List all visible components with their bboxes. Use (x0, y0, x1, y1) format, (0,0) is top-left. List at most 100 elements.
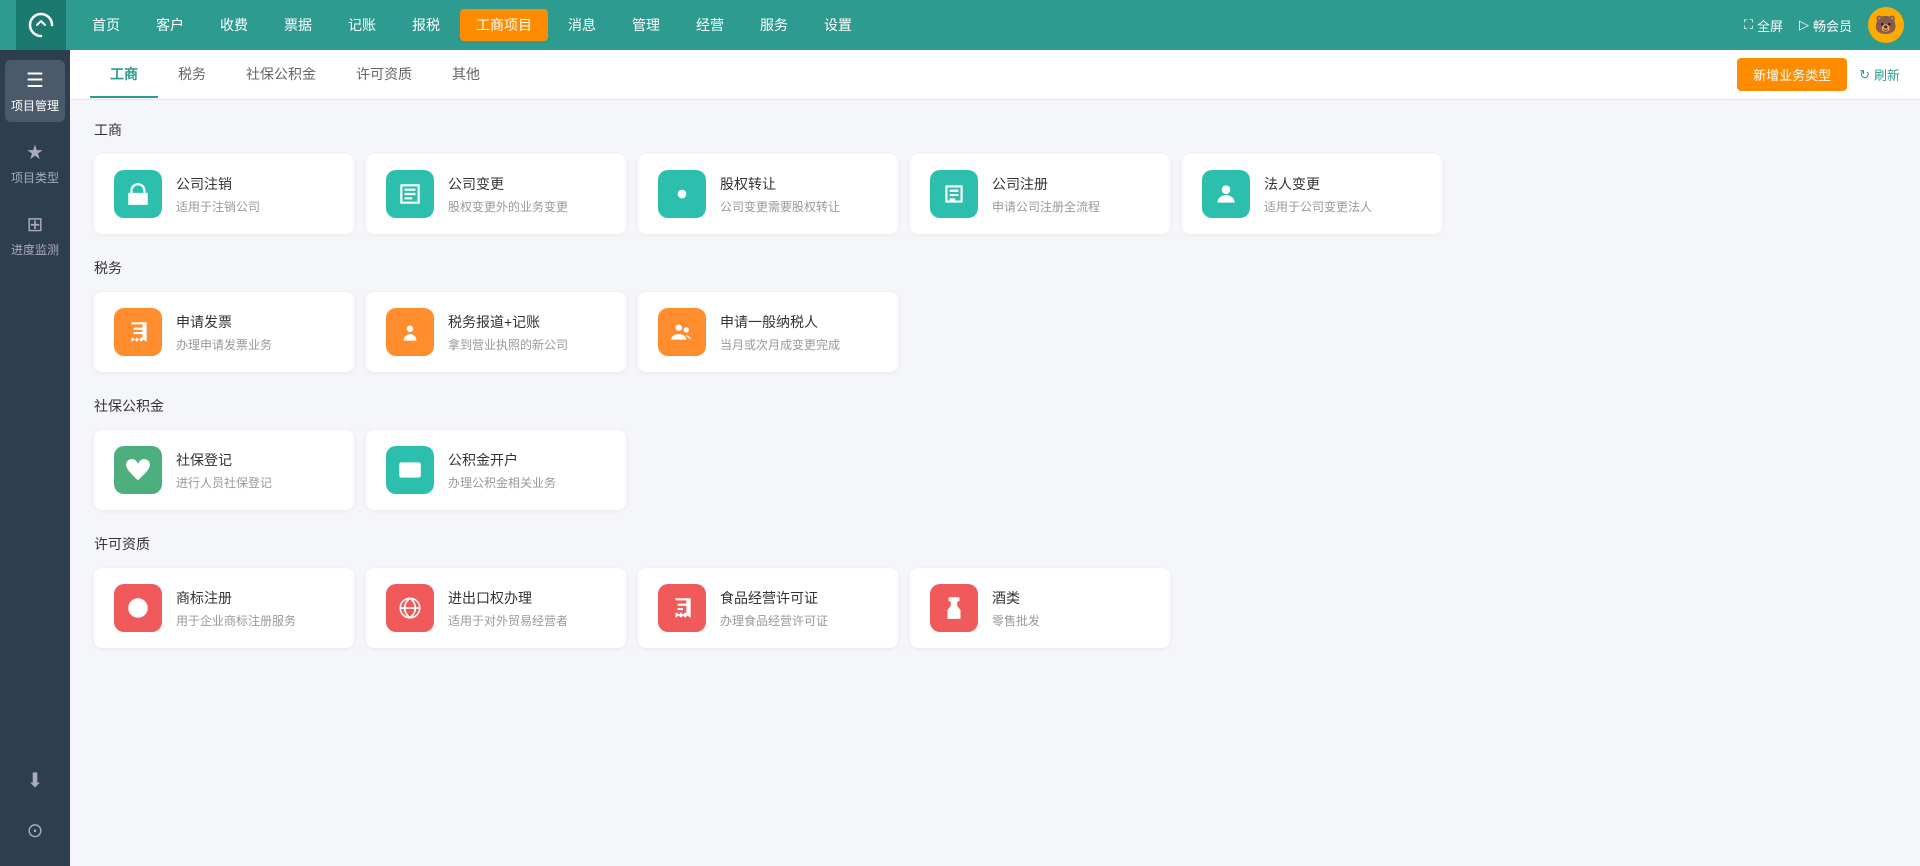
nav-bill[interactable]: 票据 (268, 9, 328, 41)
refresh-button[interactable]: ↻ 刷新 (1859, 65, 1900, 84)
card-trademark[interactable]: 商标注册 用于企业商标注册服务 (94, 568, 354, 648)
card-legal-person-change[interactable]: 法人变更 适用于公司变更法人 (1182, 154, 1442, 234)
nav-manage[interactable]: 管理 (616, 9, 676, 41)
card-desc-apply-general-taxpayer: 当月或次月成变更完成 (720, 336, 840, 353)
nav-industry[interactable]: 工商项目 (460, 9, 548, 41)
nav-right-area: ⛶ 全屏 ▷ 畅会员 🐻 (1744, 7, 1904, 43)
card-info-import-export: 进出口权办理 适用于对外贸易经营者 (448, 588, 568, 629)
card-title-legal-person-change: 法人变更 (1264, 174, 1372, 194)
tab-social-fund[interactable]: 社保公积金 (226, 52, 336, 98)
nav-tax[interactable]: 报税 (396, 9, 456, 41)
nav-service[interactable]: 服务 (744, 9, 804, 41)
card-fund-open[interactable]: 公积金开户 办理公积金相关业务 (366, 430, 626, 510)
user-avatar[interactable]: 🐻 (1868, 7, 1904, 43)
card-desc-equity-transfer: 公司变更需要股权转让 (720, 198, 840, 215)
card-title-import-export: 进出口权办理 (448, 588, 568, 608)
refresh-label: 刷新 (1874, 65, 1900, 84)
card-desc-import-export: 适用于对外贸易经营者 (448, 612, 568, 629)
section-title-industry: 工商 (94, 120, 1896, 140)
card-icon-food-license (658, 584, 706, 632)
card-icon-alcohol (930, 584, 978, 632)
card-alcohol[interactable]: 酒类 零售批发 (910, 568, 1170, 648)
card-title-equity-transfer: 股权转让 (720, 174, 840, 194)
card-info-social-register: 社保登记 进行人员社保登记 (176, 450, 272, 491)
card-tax-report[interactable]: 税务报道+记账 拿到营业执照的新公司 (366, 292, 626, 372)
section-title-tax: 税务 (94, 258, 1896, 278)
tab-other[interactable]: 其他 (432, 52, 500, 98)
card-import-export[interactable]: 进出口权办理 适用于对外贸易经营者 (366, 568, 626, 648)
card-desc-tax-report: 拿到营业执照的新公司 (448, 336, 568, 353)
tab-license[interactable]: 许可资质 (336, 52, 432, 98)
nav-customer[interactable]: 客户 (140, 9, 200, 41)
fullscreen-icon: ⛶ (1744, 17, 1753, 33)
card-info-company-change: 公司变更 股权变更外的业务变更 (448, 174, 568, 215)
sidebar-item-label-project-type: 项目类型 (11, 169, 59, 186)
card-company-register[interactable]: 公司注册 申请公司注册全流程 (910, 154, 1170, 234)
card-title-food-license: 食品经营许可证 (720, 588, 828, 608)
sidebar-item-progress-monitor[interactable]: ⊞ 进度监测 (5, 204, 65, 266)
card-title-trademark: 商标注册 (176, 588, 296, 608)
section-social-fund: 社保公积金 社保登记 进行人员社保登记 (94, 396, 1896, 510)
nav-message[interactable]: 消息 (552, 9, 612, 41)
project-type-icon: ★ (26, 140, 44, 165)
nav-account[interactable]: 记账 (332, 9, 392, 41)
card-desc-social-register: 进行人员社保登记 (176, 474, 272, 491)
section-title-social-fund: 社保公积金 (94, 396, 1896, 416)
cards-grid-tax: 申请发票 办理申请发票业务 税务报道+记账 拿到营业执照的新公司 (94, 292, 1896, 372)
card-info-equity-transfer: 股权转让 公司变更需要股权转让 (720, 174, 840, 215)
card-desc-apply-invoice: 办理申请发票业务 (176, 336, 272, 353)
card-social-register[interactable]: 社保登记 进行人员社保登记 (94, 430, 354, 510)
nav-settings[interactable]: 设置 (808, 9, 868, 41)
card-icon-fund-open (386, 446, 434, 494)
card-title-fund-open: 公积金开户 (448, 450, 556, 470)
card-icon-company-register (930, 170, 978, 218)
tab-industry-commerce[interactable]: 工商 (90, 52, 158, 98)
card-info-tax-report: 税务报道+记账 拿到营业执照的新公司 (448, 312, 568, 353)
card-title-company-change: 公司变更 (448, 174, 568, 194)
sidebar-item-project-manage[interactable]: ☰ 项目管理 (5, 60, 65, 122)
vip-btn[interactable]: ▷ 畅会员 (1799, 16, 1852, 35)
refresh-icon: ↻ (1859, 67, 1870, 83)
section-industry: 工商 公司注销 适用于注销公司 (94, 120, 1896, 234)
nav-fee[interactable]: 收费 (204, 9, 264, 41)
card-apply-invoice[interactable]: 申请发票 办理申请发票业务 (94, 292, 354, 372)
sidebar-item-label-project-manage: 项目管理 (11, 97, 59, 114)
progress-monitor-icon: ⊞ (27, 212, 44, 237)
add-type-button[interactable]: 新增业务类型 (1737, 58, 1847, 91)
nav-operation[interactable]: 经营 (680, 9, 740, 41)
logo[interactable] (16, 0, 66, 50)
card-icon-trademark (114, 584, 162, 632)
nav-home[interactable]: 首页 (76, 9, 136, 41)
card-info-legal-person-change: 法人变更 适用于公司变更法人 (1264, 174, 1372, 215)
sidebar: ☰ 项目管理 ★ 项目类型 ⊞ 进度监测 ⬇ ⊙ (0, 50, 70, 866)
section-license: 许可资质 商标注册 用于企业商标注册服务 (94, 534, 1896, 648)
fullscreen-btn[interactable]: ⛶ 全屏 (1744, 16, 1783, 35)
scroll-content[interactable]: 工商 公司注销 适用于注销公司 (70, 100, 1920, 866)
card-food-license[interactable]: 食品经营许可证 办理食品经营许可证 (638, 568, 898, 648)
card-info-food-license: 食品经营许可证 办理食品经营许可证 (720, 588, 828, 629)
card-equity-transfer[interactable]: 股权转让 公司变更需要股权转让 (638, 154, 898, 234)
card-info-company-register: 公司注册 申请公司注册全流程 (992, 174, 1100, 215)
tab-tax[interactable]: 税务 (158, 52, 226, 98)
card-desc-legal-person-change: 适用于公司变更法人 (1264, 198, 1372, 215)
card-info-trademark: 商标注册 用于企业商标注册服务 (176, 588, 296, 629)
card-title-apply-invoice: 申请发票 (176, 312, 272, 332)
card-title-social-register: 社保登记 (176, 450, 272, 470)
sidebar-settings-btn[interactable]: ⊙ (5, 810, 65, 850)
card-apply-general-taxpayer[interactable]: 申请一般纳税人 当月或次月成变更完成 (638, 292, 898, 372)
section-tax: 税务 申请发票 办理申请发票业务 (94, 258, 1896, 372)
content-area: 工商 税务 社保公积金 许可资质 其他 新增业务类型 ↻ 刷新 工商 (70, 50, 1920, 866)
card-company-cancel[interactable]: 公司注销 适用于注销公司 (94, 154, 354, 234)
sidebar-item-project-type[interactable]: ★ 项目类型 (5, 132, 65, 194)
card-icon-social-register (114, 446, 162, 494)
card-title-company-cancel: 公司注销 (176, 174, 260, 194)
card-company-change[interactable]: 公司变更 股权变更外的业务变更 (366, 154, 626, 234)
card-title-apply-general-taxpayer: 申请一般纳税人 (720, 312, 840, 332)
card-icon-company-change (386, 170, 434, 218)
card-desc-fund-open: 办理公积金相关业务 (448, 474, 556, 491)
card-desc-company-cancel: 适用于注销公司 (176, 198, 260, 215)
tab-actions: 新增业务类型 ↻ 刷新 (1737, 58, 1900, 91)
card-icon-import-export (386, 584, 434, 632)
sidebar-download-btn[interactable]: ⬇ (5, 760, 65, 800)
section-title-license: 许可资质 (94, 534, 1896, 554)
